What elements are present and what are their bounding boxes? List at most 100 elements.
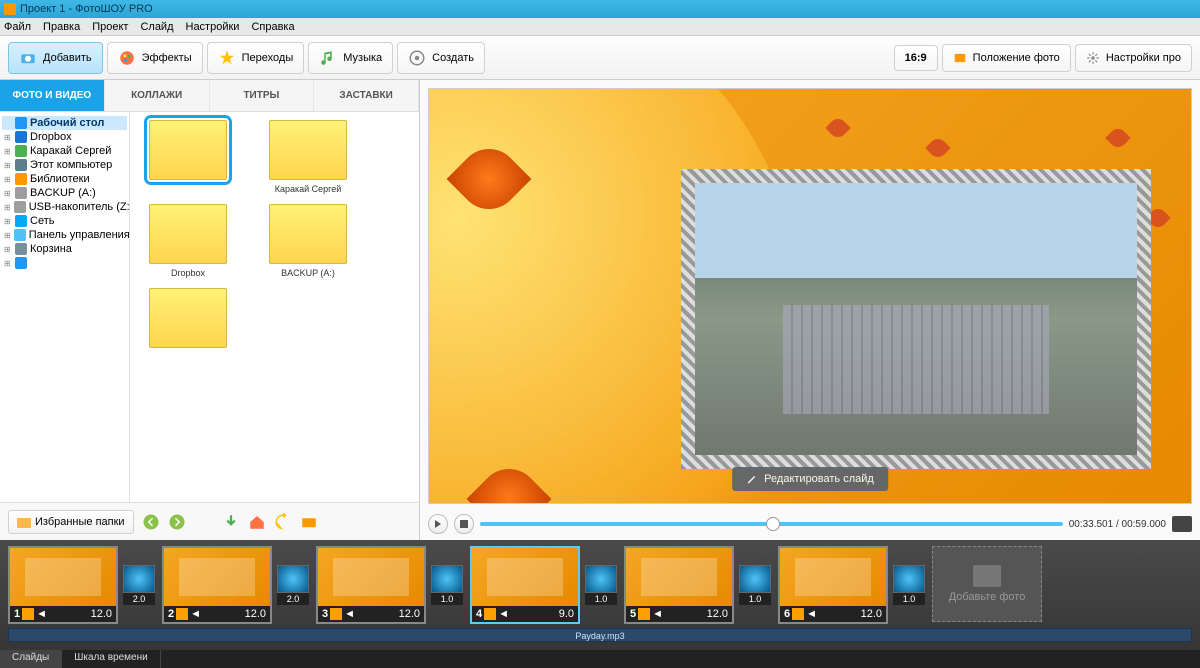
photo-position-button[interactable]: Положение фото [942, 44, 1071, 72]
slide-thumb[interactable]: 6◄12.0 [778, 546, 888, 624]
edit-icon [792, 608, 804, 620]
stop-icon [460, 520, 468, 528]
folder-icon [17, 515, 31, 529]
create-button[interactable]: Создать [397, 42, 485, 74]
transition[interactable]: 1.0 [584, 565, 618, 605]
photo-frame[interactable] [681, 169, 1151, 469]
menu-project[interactable]: Проект [92, 21, 128, 33]
toolbar: Добавить Эффекты Переходы Музыка Создать… [0, 36, 1200, 80]
menubar: Файл Правка Проект Слайд Настройки Справ… [0, 18, 1200, 36]
slide-thumb[interactable]: 2◄12.0 [162, 546, 272, 624]
left-tabs: ФОТО И ВИДЕО КОЛЛАЖИ ТИТРЫ ЗАСТАВКИ [0, 80, 419, 112]
back-icon[interactable] [142, 513, 160, 531]
edit-icon [22, 608, 34, 620]
menu-help[interactable]: Справка [251, 21, 294, 33]
palette-icon [118, 49, 136, 67]
slide-thumb[interactable]: 4◄9.0 [470, 546, 580, 624]
menu-file[interactable]: Файл [4, 21, 31, 33]
gear-icon [1086, 51, 1100, 65]
menu-settings[interactable]: Настройки [186, 21, 240, 33]
folder-grid: Каракай Сергей Dropbox BACKUP (A:) [130, 112, 419, 502]
download-icon[interactable] [222, 513, 240, 531]
timeline: 1◄12.0 2.0 2◄12.0 2.0 3◄12.0 1.0 4◄9.0 1… [0, 540, 1200, 650]
sound-icon: ◄ [344, 608, 355, 620]
audio-track[interactable]: Payday.mp3 [8, 628, 1192, 642]
transition[interactable]: 2.0 [122, 565, 156, 605]
leaf-decoration [467, 457, 552, 504]
favorite-folders-button[interactable]: Избранные папки [8, 510, 134, 534]
left-panel: ФОТО И ВИДЕО КОЛЛАЖИ ТИТРЫ ЗАСТАВКИ Рабо… [0, 80, 420, 540]
folder-item[interactable] [138, 120, 238, 194]
tree-item[interactable]: ⊞USB-накопитель (Z:) [2, 200, 127, 214]
add-button[interactable]: Добавить [8, 42, 103, 74]
tab-intros[interactable]: ЗАСТАВКИ [314, 80, 419, 111]
sound-icon: ◄ [652, 608, 663, 620]
seek-track[interactable] [480, 522, 1063, 526]
music-icon [319, 49, 337, 67]
forward-icon[interactable] [168, 513, 186, 531]
edit-icon [330, 608, 342, 620]
tree-item[interactable]: ⊞Этот компьютер [2, 158, 127, 172]
transition[interactable]: 2.0 [276, 565, 310, 605]
refresh-icon[interactable] [274, 513, 292, 531]
tree-item[interactable]: ⊞Корзина [2, 242, 127, 256]
snapshot-button[interactable] [1172, 516, 1192, 532]
tree-item[interactable]: ⊞Панель управления [2, 228, 127, 242]
slide-thumb[interactable]: 3◄12.0 [316, 546, 426, 624]
folder-item[interactable]: Каракай Сергей [258, 120, 358, 194]
slide-thumb[interactable]: 1◄12.0 [8, 546, 118, 624]
sound-icon: ◄ [498, 608, 509, 620]
folder-item[interactable]: BACKUP (A:) [258, 204, 358, 278]
music-button[interactable]: Музыка [308, 42, 393, 74]
tree-item[interactable]: Рабочий стол [2, 116, 127, 130]
transition[interactable]: 1.0 [738, 565, 772, 605]
folder-item[interactable] [138, 288, 238, 362]
home-icon[interactable] [248, 513, 266, 531]
sound-icon: ◄ [190, 608, 201, 620]
tree-item[interactable]: ⊞Каракай Сергей [2, 144, 127, 158]
transitions-button[interactable]: Переходы [207, 42, 305, 74]
menu-slide[interactable]: Слайд [140, 21, 173, 33]
tab-photo-video[interactable]: ФОТО И ВИДЕО [0, 80, 105, 111]
edit-icon [638, 608, 650, 620]
play-button[interactable] [428, 514, 448, 534]
folder-small-icon[interactable] [300, 513, 318, 531]
tab-timeline[interactable]: Шкала времени [62, 650, 160, 668]
tree-item[interactable]: ⊞Dropbox [2, 130, 127, 144]
effects-button[interactable]: Эффекты [107, 42, 203, 74]
tab-slides[interactable]: Слайды [0, 650, 62, 668]
tab-collages[interactable]: КОЛЛАЖИ [105, 80, 210, 111]
preview-panel: Редактировать слайд 00:33.501 / 00:59.00… [420, 80, 1200, 540]
tree-item[interactable]: ⊞BACKUP (A:) [2, 186, 127, 200]
gear-disc-icon [408, 49, 426, 67]
transition[interactable]: 1.0 [892, 565, 926, 605]
leaf-decoration [1105, 125, 1130, 150]
add-slide-button[interactable]: Добавьте фото [932, 546, 1042, 622]
stop-button[interactable] [454, 514, 474, 534]
slide-thumb[interactable]: 5◄12.0 [624, 546, 734, 624]
slide-settings-button[interactable]: Настройки про [1075, 44, 1192, 72]
seek-knob[interactable] [766, 517, 780, 531]
aspect-ratio-button[interactable]: 16:9 [894, 45, 938, 71]
camera-icon [19, 49, 37, 67]
edit-slide-button[interactable]: Редактировать слайд [732, 467, 888, 491]
menu-edit[interactable]: Правка [43, 21, 80, 33]
left-bottom-bar: Избранные папки [0, 502, 419, 540]
leaf-decoration [825, 115, 850, 140]
pencil-icon [746, 473, 758, 485]
time-display: 00:33.501 / 00:59.000 [1069, 519, 1166, 530]
tree-item[interactable]: ⊞ [2, 256, 127, 270]
sound-icon: ◄ [36, 608, 47, 620]
app-icon [4, 3, 16, 15]
folder-tree: Рабочий стол⊞Dropbox⊞Каракай Сергей⊞Этот… [0, 112, 130, 502]
tab-titles[interactable]: ТИТРЫ [210, 80, 315, 111]
titlebar: Проект 1 - ФотоШОУ PRO [0, 0, 1200, 18]
transition[interactable]: 1.0 [430, 565, 464, 605]
slides-row: 1◄12.0 2.0 2◄12.0 2.0 3◄12.0 1.0 4◄9.0 1… [8, 546, 1192, 624]
image-icon [953, 51, 967, 65]
tree-item[interactable]: ⊞Сеть [2, 214, 127, 228]
tree-item[interactable]: ⊞Библиотеки [2, 172, 127, 186]
window-title: Проект 1 - ФотоШОУ PRO [20, 3, 153, 15]
edit-icon [176, 608, 188, 620]
folder-item[interactable]: Dropbox [138, 204, 238, 278]
